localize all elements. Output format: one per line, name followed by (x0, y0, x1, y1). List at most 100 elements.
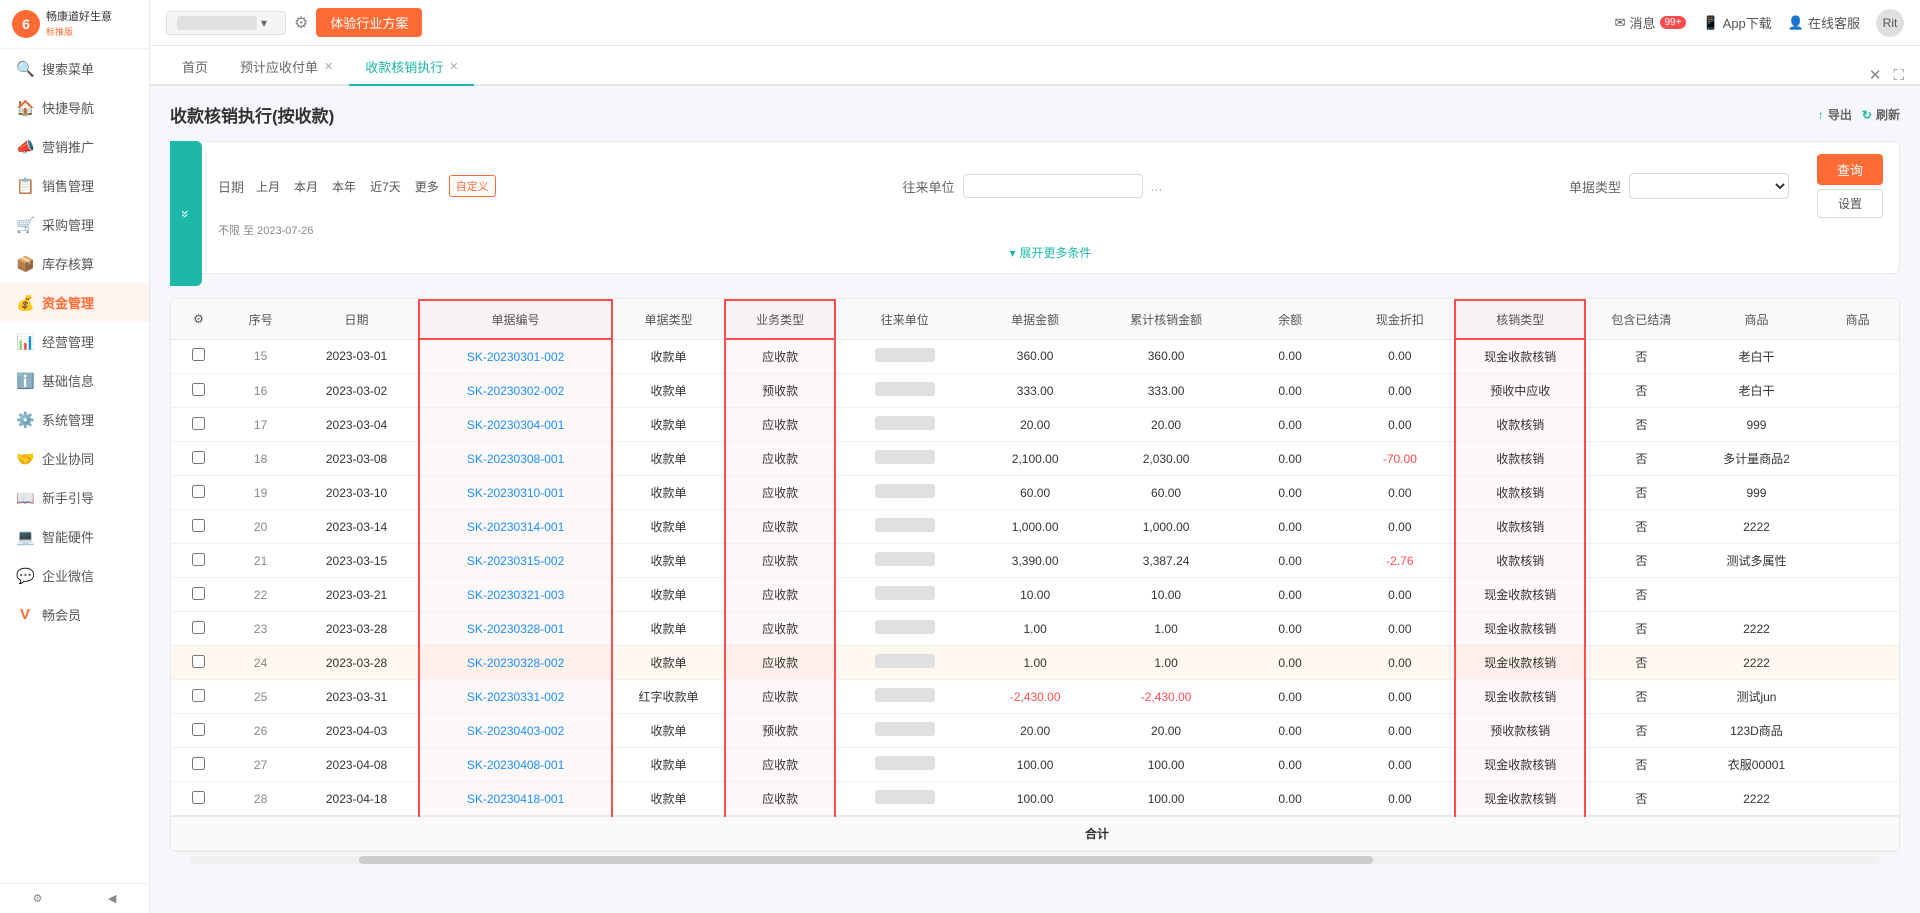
export-btn[interactable]: ↑ 导出 (1818, 106, 1852, 123)
cell-voucher-no[interactable]: SK-20230315-002 (419, 544, 612, 578)
cell-checkbox[interactable] (171, 748, 226, 782)
voucher-no-link[interactable]: SK-20230328-002 (467, 656, 564, 670)
voucher-no-link[interactable]: SK-20230308-001 (467, 452, 564, 466)
refresh-btn[interactable]: ↻ 刷新 (1862, 106, 1900, 123)
cell-checkbox[interactable] (171, 408, 226, 442)
cell-voucher-no[interactable]: SK-20230301-002 (419, 339, 612, 374)
user-avatar[interactable]: Rit (1876, 9, 1904, 37)
cell-voucher-no[interactable]: SK-20230403-002 (419, 714, 612, 748)
sidebar-item-basic[interactable]: ℹ️ 基础信息 (0, 361, 149, 400)
messages-btn[interactable]: ✉ 消息 99+ (1615, 13, 1687, 32)
row-checkbox[interactable] (192, 621, 205, 634)
scroll-thumb[interactable] (359, 856, 1373, 864)
sidebar-item-inventory[interactable]: 📦 库存核算 (0, 244, 149, 283)
cell-checkbox[interactable] (171, 510, 226, 544)
voucher-type-select[interactable] (1629, 173, 1789, 199)
row-checkbox[interactable] (192, 451, 205, 464)
sidebar-item-sales[interactable]: 📋 销售管理 (0, 166, 149, 205)
row-checkbox[interactable] (192, 348, 205, 361)
row-checkbox[interactable] (192, 757, 205, 770)
voucher-no-link[interactable]: SK-20230321-003 (467, 588, 564, 602)
sidebar-item-finance[interactable]: 💰 资金管理 (0, 283, 149, 322)
cell-voucher-no[interactable]: SK-20230331-002 (419, 680, 612, 714)
tab-close-all-icon[interactable]: ✕ (1869, 66, 1882, 84)
date-this-year[interactable]: 本年 (328, 176, 360, 197)
cell-voucher-no[interactable]: SK-20230328-001 (419, 612, 612, 646)
tab-fullscreen-icon[interactable]: ⛶ (1893, 67, 1904, 84)
cell-checkbox[interactable] (171, 374, 226, 408)
sidebar-item-guide[interactable]: 📖 新手引导 (0, 478, 149, 517)
cell-voucher-no[interactable]: SK-20230418-001 (419, 782, 612, 817)
voucher-no-link[interactable]: SK-20230302-002 (467, 384, 564, 398)
voucher-no-link[interactable]: SK-20230408-001 (467, 758, 564, 772)
cell-voucher-no[interactable]: SK-20230328-002 (419, 646, 612, 680)
voucher-no-link[interactable]: SK-20230403-002 (467, 724, 564, 738)
date-last-month[interactable]: 上月 (252, 176, 284, 197)
voucher-no-link[interactable]: SK-20230310-001 (467, 486, 564, 500)
cell-voucher-no[interactable]: SK-20230302-002 (419, 374, 612, 408)
row-checkbox[interactable] (192, 553, 205, 566)
voucher-no-link[interactable]: SK-20230314-001 (467, 520, 564, 534)
row-checkbox[interactable] (192, 519, 205, 532)
cell-voucher-no[interactable]: SK-20230310-001 (419, 476, 612, 510)
date-this-month[interactable]: 本月 (290, 176, 322, 197)
cell-checkbox[interactable] (171, 476, 226, 510)
cell-checkbox[interactable] (171, 646, 226, 680)
voucher-no-link[interactable]: SK-20230315-002 (467, 554, 564, 568)
voucher-no-link[interactable]: SK-20230328-001 (467, 622, 564, 636)
sidebar-item-system[interactable]: ⚙️ 系统管理 (0, 400, 149, 439)
sidebar-settings-btn[interactable]: ⚙ (33, 892, 43, 905)
sidebar-item-operation[interactable]: 📊 经营管理 (0, 322, 149, 361)
horizontal-scrollbar[interactable] (190, 856, 1880, 864)
cell-checkbox[interactable] (171, 544, 226, 578)
voucher-no-link[interactable]: SK-20230301-002 (467, 350, 564, 364)
online-service-btn[interactable]: 👤 在线客服 (1788, 13, 1860, 32)
tab-home[interactable]: 首页 (166, 49, 224, 86)
sidebar-item-member[interactable]: V 畅会员 (0, 595, 149, 634)
cell-checkbox[interactable] (171, 339, 226, 374)
cell-checkbox[interactable] (171, 442, 226, 476)
settings-gear-icon[interactable]: ⚙ (294, 13, 308, 33)
workspace-selector[interactable]: ▾ (166, 11, 286, 35)
voucher-no-link[interactable]: SK-20230304-001 (467, 418, 564, 432)
voucher-no-link[interactable]: SK-20230418-001 (467, 792, 564, 806)
sidebar-item-quick-nav[interactable]: 🏠 快捷导航 (0, 88, 149, 127)
expand-filter-btn[interactable]: ▾ 展开更多条件 (1009, 244, 1091, 261)
app-download-btn[interactable]: 📱 App下载 (1702, 13, 1771, 32)
row-checkbox[interactable] (192, 417, 205, 430)
row-checkbox[interactable] (192, 587, 205, 600)
tab-receivable-exec-close[interactable]: ✕ (449, 60, 458, 73)
tab-pre-receivable[interactable]: 预计应收付单 ✕ (224, 49, 349, 86)
row-checkbox[interactable] (192, 485, 205, 498)
cell-voucher-no[interactable]: SK-20230408-001 (419, 748, 612, 782)
counterparty-input[interactable] (963, 174, 1143, 198)
col-settings[interactable]: ⚙ (171, 300, 226, 339)
cell-voucher-no[interactable]: SK-20230321-003 (419, 578, 612, 612)
settings-button[interactable]: 设置 (1817, 189, 1883, 218)
row-checkbox[interactable] (192, 723, 205, 736)
row-checkbox[interactable] (192, 383, 205, 396)
sidebar-item-wechat[interactable]: 💬 企业微信 (0, 556, 149, 595)
sidebar-item-enterprise[interactable]: 🤝 企业协同 (0, 439, 149, 478)
cell-checkbox[interactable] (171, 612, 226, 646)
query-button[interactable]: 查询 (1817, 154, 1883, 185)
sidebar-collapse-btn[interactable]: ◀ (108, 892, 116, 905)
cell-voucher-no[interactable]: SK-20230308-001 (419, 442, 612, 476)
cell-voucher-no[interactable]: SK-20230304-001 (419, 408, 612, 442)
cell-checkbox[interactable] (171, 680, 226, 714)
cell-checkbox[interactable] (171, 578, 226, 612)
date-custom[interactable]: 自定义 (449, 175, 496, 197)
tab-receivable-exec[interactable]: 收款核销执行 ✕ (349, 49, 474, 86)
row-checkbox[interactable] (192, 689, 205, 702)
cell-checkbox[interactable] (171, 782, 226, 817)
tab-pre-receivable-close[interactable]: ✕ (324, 60, 333, 73)
filter-toggle-btn[interactable]: » (170, 141, 202, 286)
sidebar-item-purchase[interactable]: 🛒 采购管理 (0, 205, 149, 244)
solution-button[interactable]: 体验行业方案 (316, 8, 422, 37)
row-checkbox[interactable] (192, 655, 205, 668)
cell-checkbox[interactable] (171, 714, 226, 748)
sidebar-item-search[interactable]: 🔍 搜索菜单 (0, 49, 149, 88)
cell-voucher-no[interactable]: SK-20230314-001 (419, 510, 612, 544)
voucher-no-link[interactable]: SK-20230331-002 (467, 690, 564, 704)
sidebar-item-hardware[interactable]: 💻 智能硬件 (0, 517, 149, 556)
